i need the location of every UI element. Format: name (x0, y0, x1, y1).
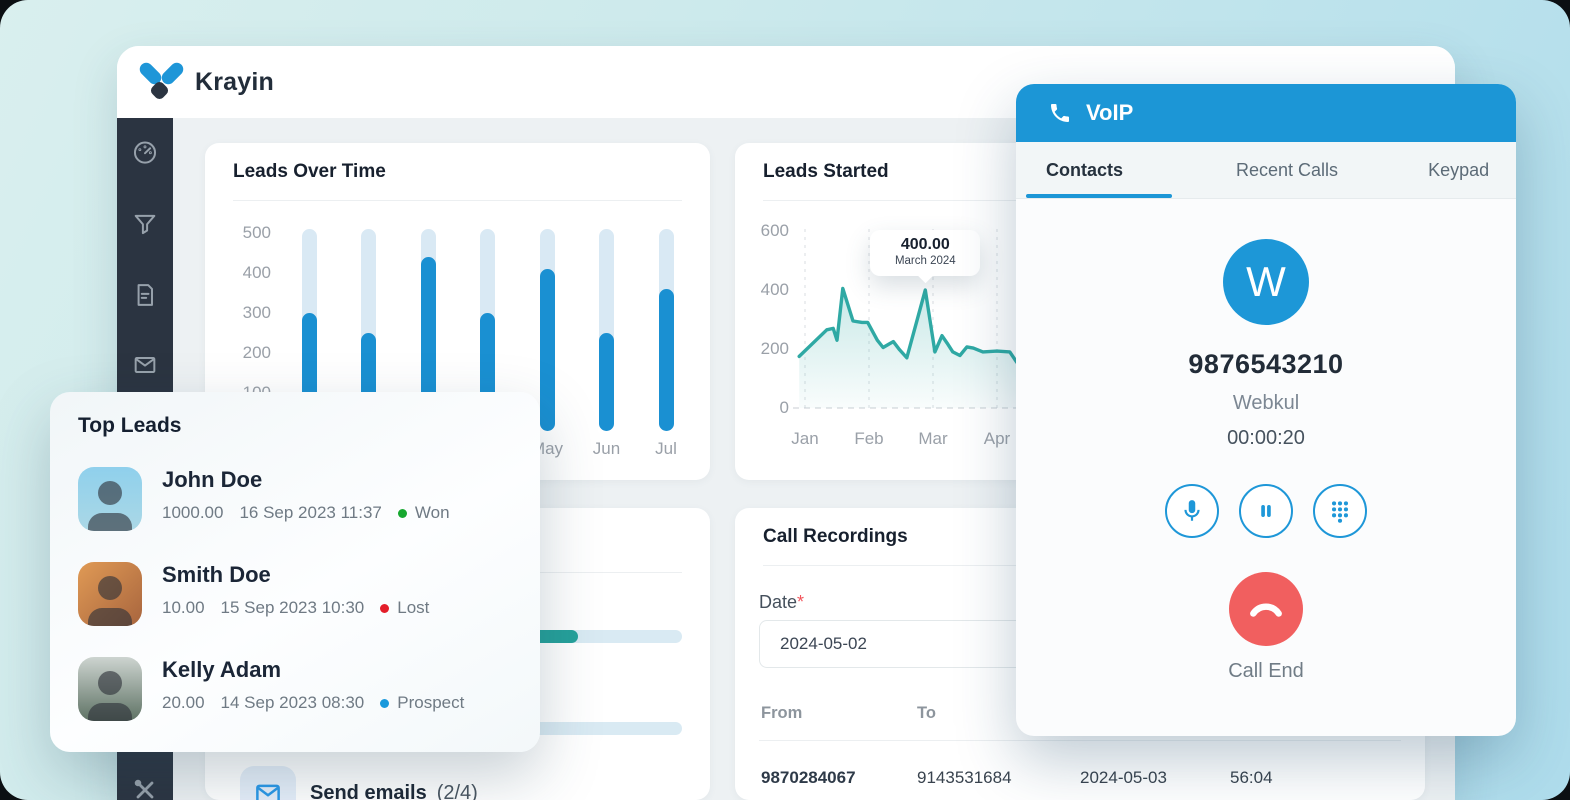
tools-icon[interactable] (131, 776, 159, 800)
lead-name: Kelly Adam (162, 657, 281, 683)
top-leads-title: Top Leads (78, 414, 181, 438)
cell-duration: 56:04 (1230, 768, 1273, 788)
avatar (78, 657, 142, 721)
cell-from: 9870284067 (761, 768, 856, 788)
status-badge: Won (415, 503, 450, 523)
lead-details: 20.00 14 Sep 2023 08:30 Prospect (162, 693, 464, 713)
lead-name: Smith Doe (162, 562, 271, 588)
mail-icon[interactable] (131, 351, 159, 379)
app-title: Krayin (195, 68, 274, 97)
status-dot (398, 509, 407, 518)
bar (659, 289, 674, 431)
tab-contacts[interactable]: Contacts (1046, 160, 1123, 181)
call-end-label: Call End (1016, 660, 1516, 683)
caller-name: Webkul (1016, 392, 1516, 415)
bar (540, 269, 555, 431)
y-axis-tick: 200 (743, 339, 789, 359)
table-divider (759, 740, 1401, 741)
cell-date: 2024-05-03 (1080, 768, 1167, 788)
lead-item-smith-doe[interactable]: Smith Doe 10.00 15 Sep 2023 10:30 Lost (78, 562, 520, 626)
required-asterisk: * (797, 592, 804, 612)
caller-number: 9876543210 (1016, 349, 1516, 380)
voip-title: VoIP (1086, 100, 1133, 126)
lead-details: 1000.00 16 Sep 2023 11:37 Won (162, 503, 450, 523)
y-axis-tick: 400 (225, 263, 271, 283)
tooltip-value: 400.00 (870, 236, 980, 254)
y-axis-tick: 600 (743, 221, 789, 241)
dialpad-icon (1327, 498, 1353, 524)
top-leads-card: Top Leads John Doe 1000.00 16 Sep 2023 1… (50, 392, 540, 752)
tab-keypad[interactable]: Keypad (1428, 160, 1489, 181)
y-axis-tick: 400 (743, 280, 789, 300)
dashboard-icon[interactable] (131, 138, 159, 166)
lead-datetime: 16 Sep 2023 11:37 (239, 503, 381, 523)
lead-details: 10.00 15 Sep 2023 10:30 Lost (162, 598, 429, 618)
voip-tabs: Contacts Recent Calls Keypad (1016, 142, 1516, 199)
bar (599, 333, 614, 431)
voip-header: VoIP (1016, 84, 1516, 142)
x-axis-label: Mar (909, 429, 957, 449)
y-axis-tick: 200 (225, 343, 271, 363)
lead-amount: 10.00 (162, 598, 205, 618)
x-axis-label: Jul (642, 439, 690, 459)
voip-call-screen: W 9876543210 Webkul 00:00:20 Call End (1016, 199, 1516, 736)
microphone-button[interactable] (1165, 484, 1219, 538)
lead-datetime: 14 Sep 2023 08:30 (221, 693, 365, 713)
cell-to: 9143531684 (917, 768, 1012, 788)
call-timer: 00:00:20 (1016, 427, 1516, 450)
activity-item-send-emails[interactable]: Send emails (2/4) (310, 782, 478, 800)
column-header-to: To (917, 704, 936, 723)
call-controls (1016, 484, 1516, 538)
krayin-logo-icon (137, 61, 185, 103)
caller-avatar: W (1223, 239, 1309, 325)
tooltip-label: March 2024 (870, 255, 980, 267)
tab-recent-calls[interactable]: Recent Calls (1236, 160, 1338, 181)
lead-datetime: 15 Sep 2023 10:30 (221, 598, 365, 618)
avatar (78, 467, 142, 531)
date-field-label: Date* (759, 592, 804, 613)
lead-amount: 20.00 (162, 693, 205, 713)
dialpad-button[interactable] (1313, 484, 1367, 538)
chart-tooltip: 400.00 March 2024 (870, 230, 980, 276)
y-axis-tick: 300 (225, 303, 271, 323)
x-axis-label: Apr (973, 429, 1021, 449)
call-end-button[interactable] (1229, 572, 1303, 646)
y-axis-tick: 0 (743, 398, 789, 418)
y-axis-tick: 500 (225, 223, 271, 243)
x-axis-label: Jun (583, 439, 631, 459)
lead-amount: 1000.00 (162, 503, 223, 523)
activity-label: Send emails (310, 782, 427, 800)
avatar (78, 562, 142, 626)
call-end-icon (1246, 589, 1286, 629)
active-tab-indicator (1026, 194, 1172, 198)
pause-icon (1253, 498, 1279, 524)
page-background: Krayin Leads Over Time (0, 0, 1570, 800)
status-dot (380, 699, 389, 708)
column-header-from: From (761, 704, 802, 723)
document-icon[interactable] (131, 281, 159, 309)
status-badge: Prospect (397, 693, 464, 713)
voip-panel: VoIP Contacts Recent Calls Keypad W 9876… (1016, 84, 1516, 736)
x-axis-label: Jan (781, 429, 829, 449)
status-badge: Lost (397, 598, 429, 618)
lead-name: John Doe (162, 467, 262, 493)
call-recordings-title: Call Recordings (763, 526, 908, 548)
filter-icon[interactable] (131, 210, 159, 238)
status-dot (380, 604, 389, 613)
x-axis-label: Feb (845, 429, 893, 449)
hold-button[interactable] (1239, 484, 1293, 538)
lead-item-kelly-adam[interactable]: Kelly Adam 20.00 14 Sep 2023 08:30 Prosp… (78, 657, 520, 721)
phone-icon (1048, 101, 1072, 125)
activity-count: (2/4) (437, 782, 478, 800)
lead-item-john-doe[interactable]: John Doe 1000.00 16 Sep 2023 11:37 Won (78, 467, 520, 531)
send-emails-icon (240, 766, 296, 800)
microphone-icon (1179, 498, 1205, 524)
